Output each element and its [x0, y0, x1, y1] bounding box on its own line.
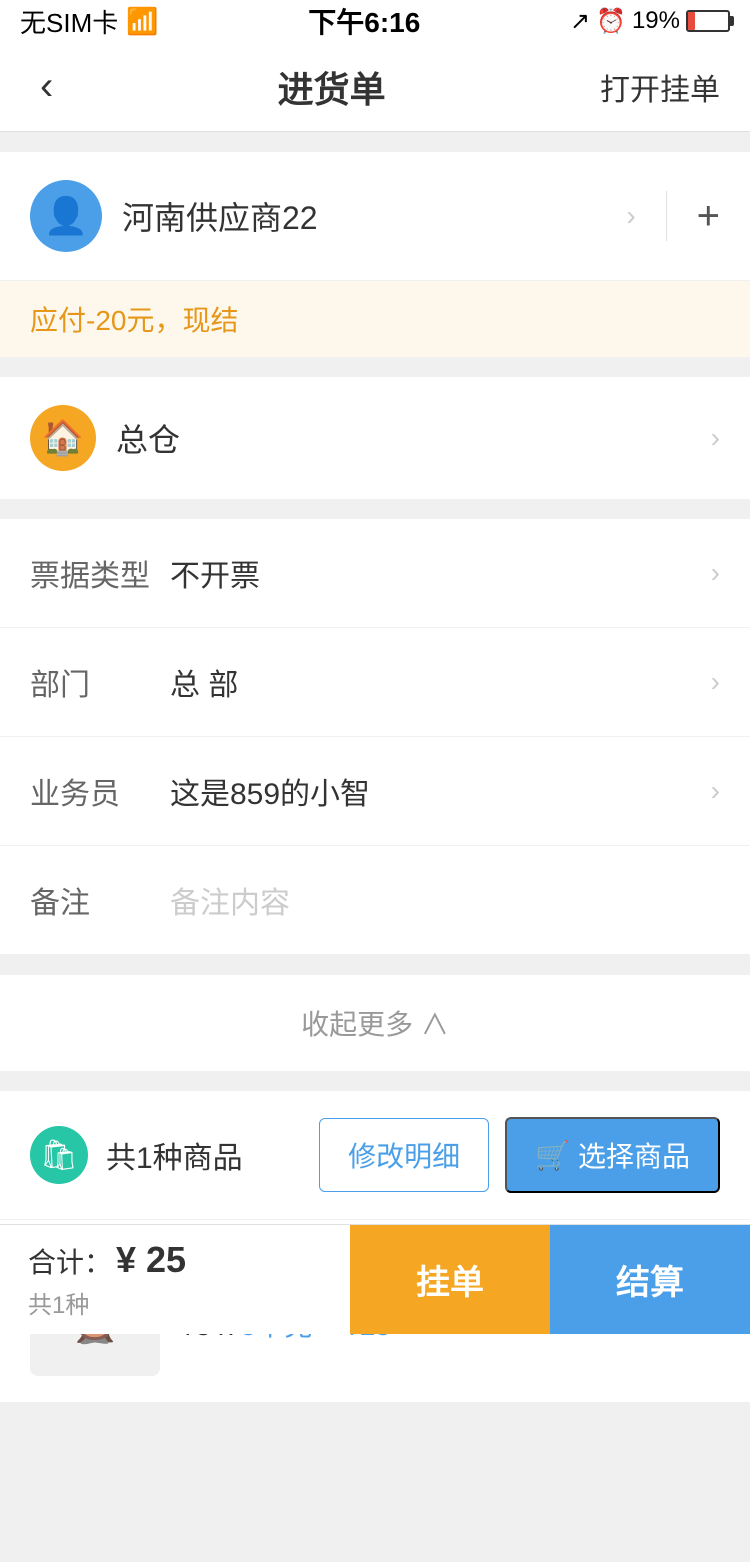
select-product-label: 选择商品	[578, 1135, 690, 1175]
edit-detail-button[interactable]: 修改明细	[319, 1118, 489, 1192]
total-amount: ¥ 25	[116, 1239, 186, 1281]
total-label: 合计：	[28, 1241, 112, 1281]
open-hang-button[interactable]: 打开挂单	[600, 65, 720, 109]
supplier-section: 👤 河南供应商22 › + 应付-20元，现结	[0, 152, 750, 357]
status-time: 下午6:16	[308, 1, 420, 41]
vertical-divider	[666, 191, 667, 241]
department-label: 部门	[30, 660, 150, 704]
invoice-type-chevron: ›	[711, 557, 720, 589]
product-count-text: 共1种商品	[106, 1133, 319, 1177]
carrier-text: 无SIM卡	[20, 3, 118, 40]
collapse-label: 收起更多 ∧	[301, 1003, 449, 1043]
status-bar: 无SIM卡 📶 下午6:16 ↗ ⏰ 19%	[0, 0, 750, 42]
balance-banner: 应付-20元，现结	[0, 281, 750, 357]
products-header: 🛍 共1种商品 修改明细 🛒 选择商品	[0, 1091, 750, 1220]
bottom-total: 合计： ¥ 25 共1种	[0, 1225, 350, 1334]
form-section: 票据类型 不开票 › 部门 总 部 › 业务员 这是859的小智 › 备注 备注…	[0, 519, 750, 954]
bottom-bar: 合计： ¥ 25 共1种 挂单 结算	[0, 1224, 750, 1334]
department-chevron: ›	[711, 666, 720, 698]
salesperson-label: 业务员	[30, 769, 150, 813]
product-count-icon-wrap: 🛍	[30, 1126, 88, 1184]
checkout-label: 结算	[616, 1255, 684, 1304]
remark-row[interactable]: 备注 备注内容	[0, 846, 750, 954]
supplier-chevron-icon: ›	[626, 200, 635, 232]
collapse-toggle[interactable]: 收起更多 ∧	[0, 974, 750, 1071]
avatar-icon: 👤	[44, 195, 89, 237]
checkout-button[interactable]: 结算	[550, 1225, 750, 1334]
select-product-button[interactable]: 🛒 选择商品	[505, 1117, 720, 1193]
warehouse-icon-wrap: 🏠	[30, 405, 96, 471]
salesperson-chevron: ›	[711, 775, 720, 807]
remark-label: 备注	[30, 878, 150, 922]
salesperson-row[interactable]: 业务员 这是859的小智 ›	[0, 737, 750, 846]
invoice-type-value: 不开票	[150, 551, 711, 595]
wifi-icon: 📶	[126, 6, 158, 37]
remark-value: 备注内容	[150, 878, 720, 922]
department-value: 总 部	[150, 660, 711, 704]
supplier-row[interactable]: 👤 河南供应商22 › +	[0, 152, 750, 281]
warehouse-section[interactable]: 🏠 总仓 ›	[0, 377, 750, 499]
supplier-name: 河南供应商22	[122, 193, 626, 239]
balance-text: 应付-20元，现结	[30, 305, 238, 336]
department-row[interactable]: 部门 总 部 ›	[0, 628, 750, 737]
alarm-icon: ⏰	[596, 7, 626, 36]
warehouse-row[interactable]: 🏠 总仓 ›	[0, 377, 750, 499]
nav-bar: ‹ 进货单 打开挂单	[0, 42, 750, 132]
back-button[interactable]: ‹	[30, 54, 63, 119]
supplier-right: › +	[626, 191, 720, 241]
content-area: 👤 河南供应商22 › + 应付-20元，现结 🏠 总仓 › 票据类型 不开票	[0, 152, 750, 1562]
total-count: 共1种	[28, 1285, 322, 1320]
invoice-type-row[interactable]: 票据类型 不开票 ›	[0, 519, 750, 628]
status-left: 无SIM卡 📶	[20, 3, 159, 40]
salesperson-value: 这是859的小智	[150, 769, 711, 813]
add-supplier-icon[interactable]: +	[697, 194, 720, 239]
location-icon: ↗	[570, 7, 590, 36]
warehouse-icon: 🏠	[42, 418, 84, 458]
warehouse-name: 总仓	[116, 415, 711, 461]
select-product-icon: 🛒	[535, 1139, 570, 1172]
bag-icon: 🛍	[40, 1138, 78, 1173]
invoice-type-label: 票据类型	[30, 551, 150, 595]
hang-button[interactable]: 挂单	[350, 1225, 550, 1334]
supplier-avatar: 👤	[30, 180, 102, 252]
hang-label: 挂单	[416, 1255, 484, 1304]
warehouse-chevron-icon: ›	[711, 422, 720, 454]
battery-text: 19%	[632, 7, 680, 35]
page-title: 进货单	[278, 61, 386, 113]
battery-icon	[686, 10, 730, 32]
status-right: ↗ ⏰ 19%	[570, 7, 730, 36]
